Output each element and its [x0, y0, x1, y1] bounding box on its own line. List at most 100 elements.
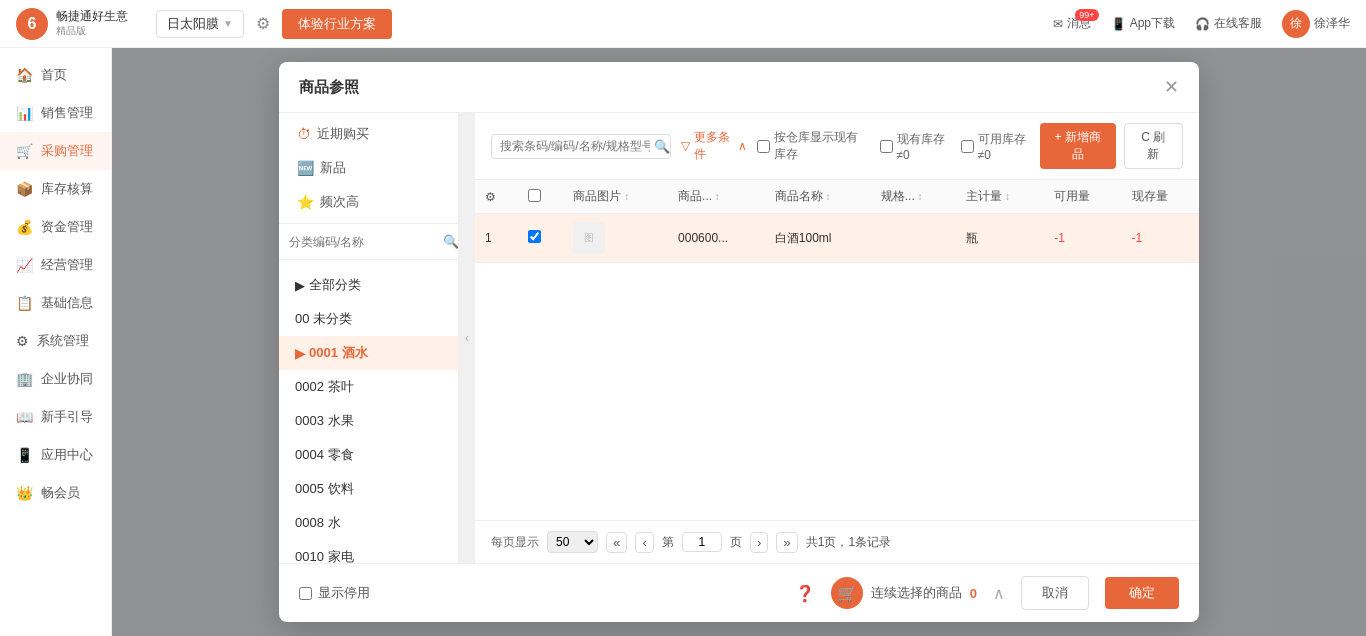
col-unit[interactable]: 主计量: [956, 180, 1044, 214]
category-item-0005[interactable]: 0005 饮料: [279, 472, 458, 506]
col-stock: 现存量: [1122, 180, 1199, 214]
sidebar-item-member[interactable]: 👑 畅会员: [0, 474, 111, 512]
row-name: 白酒100ml: [765, 214, 871, 263]
table-header-row: ⚙ 商品图片 商品... 商品名称 规格... 主计量 可用量 现存量: [475, 180, 1199, 214]
category-label: 0001 酒水: [309, 344, 368, 362]
display-disabled-checkbox[interactable]: 显示停用: [299, 584, 370, 602]
row-checkbox[interactable]: [518, 214, 564, 263]
page-last-button[interactable]: »: [776, 532, 797, 553]
product-image-placeholder: 图: [573, 222, 605, 254]
logo-area: 6 畅捷通好生意 精品版: [16, 8, 136, 40]
sidebar-item-system[interactable]: ⚙ 系统管理: [0, 322, 111, 360]
app-download-label: App下载: [1130, 15, 1175, 32]
per-page-select[interactable]: 50 100 200: [547, 531, 598, 553]
sidebar-item-sales[interactable]: 📊 销售管理: [0, 94, 111, 132]
operations-icon: 📈: [16, 257, 33, 273]
category-item-0008[interactable]: 0008 水: [279, 506, 458, 540]
col-settings[interactable]: ⚙: [475, 180, 518, 214]
page-input[interactable]: [682, 532, 722, 552]
checkbox-usable-ne0-input[interactable]: [961, 140, 974, 153]
checkbox-filters: 按仓库显示现有库存 现有库存≠0 可用库存≠0: [757, 129, 1030, 163]
quick-filter-recent[interactable]: ⏱ 近期购买: [289, 121, 448, 147]
refresh-button[interactable]: C 刷新: [1124, 123, 1183, 169]
sidebar-item-inventory[interactable]: 📦 库存核算: [0, 170, 111, 208]
category-item-0002[interactable]: 0002 茶叶: [279, 370, 458, 404]
col-code[interactable]: 商品...: [668, 180, 765, 214]
sidebar-item-enterprise[interactable]: 🏢 企业协同: [0, 360, 111, 398]
checkbox-usable-ne0-label: 可用库存≠0: [978, 131, 1030, 162]
enterprise-icon: 🏢: [16, 371, 33, 387]
sidebar-item-guide[interactable]: 📖 新手引导: [0, 398, 111, 436]
category-label: 0003 水果: [295, 412, 354, 430]
quick-filter-new[interactable]: 🆕 新品: [289, 155, 448, 181]
app-icon: 📱: [1111, 17, 1126, 31]
checkbox-stock-ne0-input[interactable]: [880, 140, 893, 153]
sidebar-item-finance[interactable]: 💰 资金管理: [0, 208, 111, 246]
category-item-0003[interactable]: 0003 水果: [279, 404, 458, 438]
help-icon[interactable]: ❓: [795, 584, 815, 603]
sidebar-item-basic[interactable]: 📋 基础信息: [0, 284, 111, 322]
quick-filter-new-label: 新品: [320, 159, 346, 177]
display-disabled-input[interactable]: [299, 587, 312, 600]
footer-actions: ❓ 🛒 连续选择的商品 0 ∧ 取消 确定: [795, 576, 1179, 610]
checkbox-warehouse[interactable]: 按仓库显示现有库存: [757, 129, 867, 163]
sidebar-item-apps[interactable]: 📱 应用中心: [0, 436, 111, 474]
category-item-0010[interactable]: 0010 家电: [279, 540, 458, 563]
app-download-button[interactable]: 📱 App下载: [1111, 15, 1175, 32]
experience-button[interactable]: 体验行业方案: [282, 9, 392, 39]
cart-area: 🛒 连续选择的商品 0: [831, 577, 977, 609]
message-button[interactable]: ✉ 消息 99+: [1053, 15, 1091, 32]
category-item-0001[interactable]: ▶ 0001 酒水: [279, 336, 458, 370]
sidebar-item-label: 首页: [41, 66, 67, 84]
member-icon: 👑: [16, 485, 33, 501]
add-product-button[interactable]: + 新增商品: [1040, 123, 1116, 169]
sidebar-item-home[interactable]: 🏠 首页: [0, 56, 111, 94]
category-collapse-handle[interactable]: ‹: [459, 113, 475, 563]
col-spec[interactable]: 规格...: [871, 180, 956, 214]
category-item-0004[interactable]: 0004 零食: [279, 438, 458, 472]
sales-icon: 📊: [16, 105, 33, 121]
system-icon: ⚙: [16, 333, 29, 349]
sidebar-item-label: 销售管理: [41, 104, 93, 122]
sidebar-item-purchase[interactable]: 🛒 采购管理: [0, 132, 111, 170]
page-next-button[interactable]: ›: [750, 532, 768, 553]
col-image[interactable]: 商品图片: [563, 180, 668, 214]
category-item-all[interactable]: ▶ 全部分类: [279, 268, 458, 302]
checkbox-stock-ne0[interactable]: 现有库存≠0: [880, 131, 949, 162]
category-label: 0004 零食: [295, 446, 354, 464]
display-disabled-label: 显示停用: [318, 584, 370, 602]
toolbar-actions: + 新增商品 C 刷新: [1040, 123, 1183, 169]
row-unit: 瓶: [956, 214, 1044, 263]
col-name[interactable]: 商品名称: [765, 180, 871, 214]
inventory-icon: 📦: [16, 181, 33, 197]
checkbox-usable-ne0[interactable]: 可用库存≠0: [961, 131, 1030, 162]
cart-icon[interactable]: 🛒: [831, 577, 863, 609]
page-first-button[interactable]: «: [606, 532, 627, 553]
modal-title: 商品参照: [299, 78, 359, 97]
product-search-input[interactable]: [500, 139, 650, 153]
page-prev-button[interactable]: ‹: [635, 532, 653, 553]
confirm-button[interactable]: 确定: [1105, 577, 1179, 609]
sidebar-item-label: 新手引导: [41, 408, 93, 426]
select-all-checkbox[interactable]: [528, 189, 541, 202]
checkbox-warehouse-input[interactable]: [757, 140, 770, 153]
modal-close-button[interactable]: ✕: [1164, 76, 1179, 98]
table-row[interactable]: 1 图 000600... 白酒100ml 瓶: [475, 214, 1199, 263]
frequent-icon: ⭐: [297, 194, 314, 210]
cart-collapse-button[interactable]: ∧: [993, 584, 1005, 603]
cancel-button[interactable]: 取消: [1021, 576, 1089, 610]
store-selector[interactable]: 日太阳膜 ▼: [156, 10, 244, 38]
sidebar-item-operations[interactable]: 📈 经营管理: [0, 246, 111, 284]
recent-icon: ⏱: [297, 126, 311, 142]
online-service-button[interactable]: 🎧 在线客服: [1195, 15, 1262, 32]
category-item-00[interactable]: 00 未分类: [279, 302, 458, 336]
brand-name: 畅捷通好生意: [56, 9, 128, 25]
quick-filter-frequent[interactable]: ⭐ 频次高: [289, 189, 448, 215]
guide-icon: 📖: [16, 409, 33, 425]
topbar: 6 畅捷通好生意 精品版 日太阳膜 ▼ ⚙ 体验行业方案 ✉ 消息 99+ 📱 …: [0, 0, 1366, 48]
logo-icon: 6: [16, 8, 48, 40]
category-search-input[interactable]: [289, 235, 439, 249]
more-filters-button[interactable]: ▽ 更多条件 ∧: [681, 129, 747, 163]
settings-icon[interactable]: ⚙: [256, 14, 270, 33]
user-profile[interactable]: 徐 徐泽华: [1282, 10, 1350, 38]
